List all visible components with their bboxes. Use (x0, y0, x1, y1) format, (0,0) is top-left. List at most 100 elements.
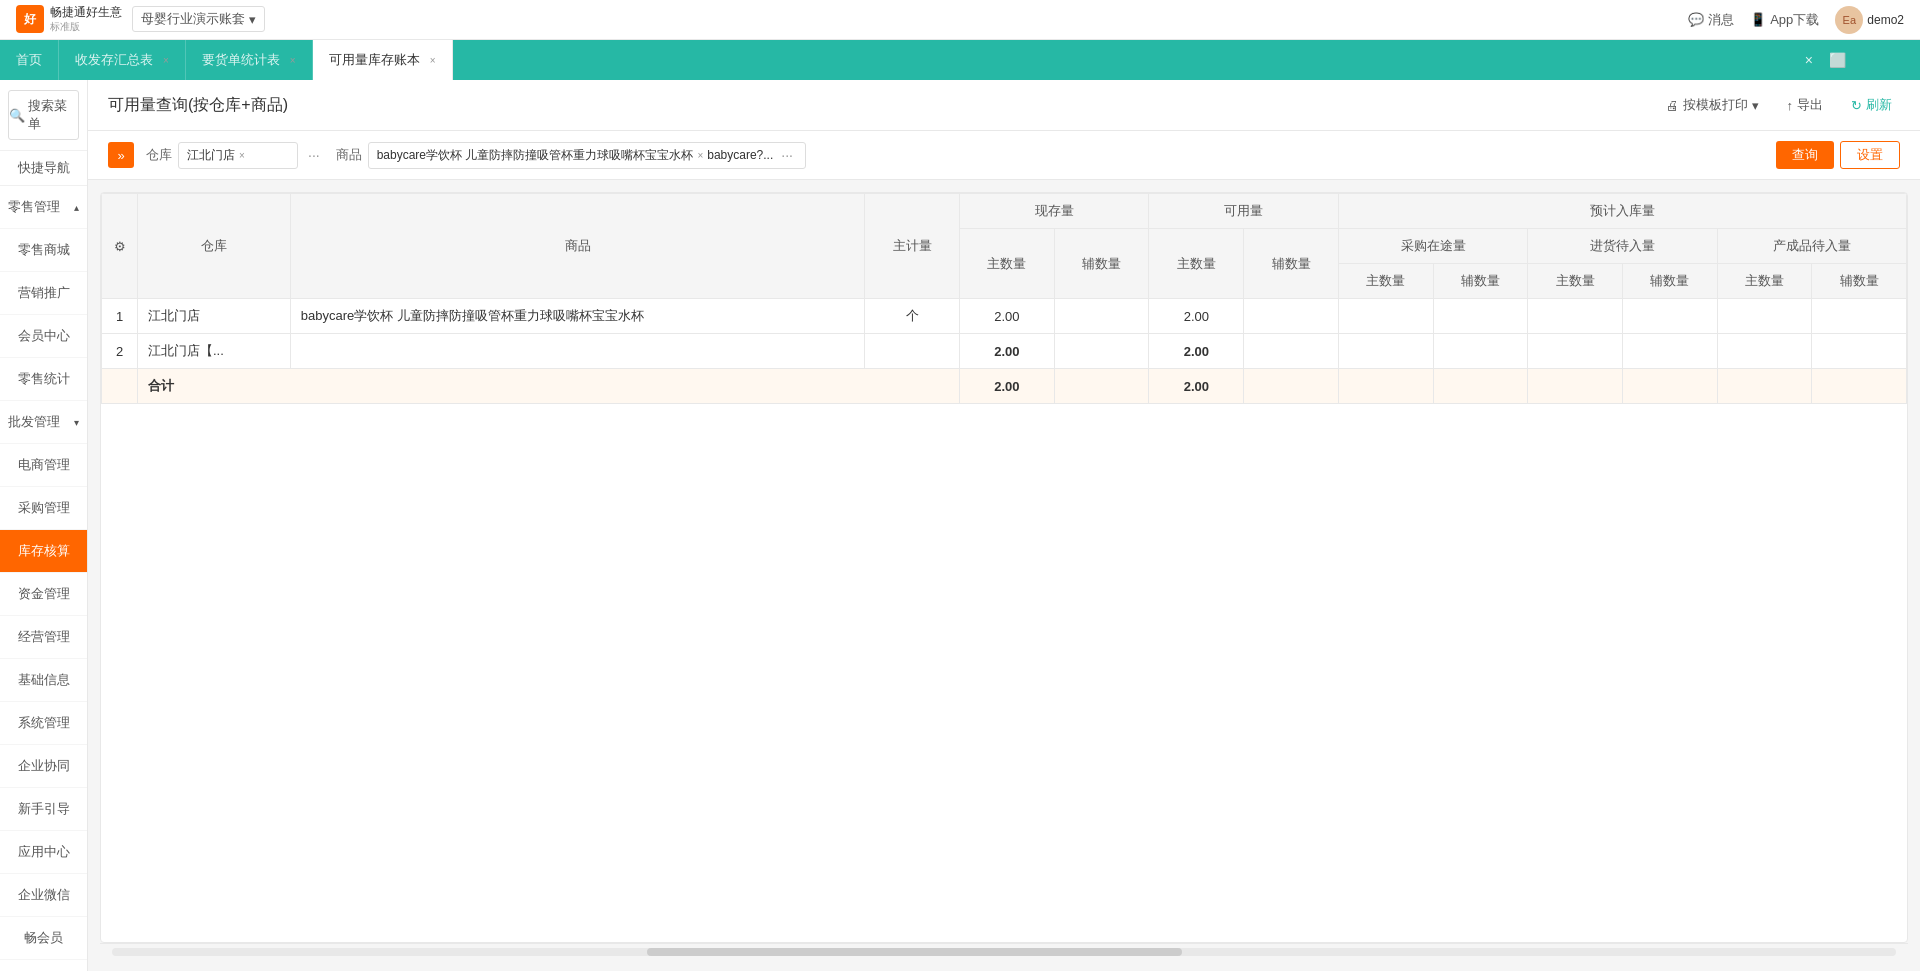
sidebar-item-retail-mgmt[interactable]: 零售管理 ▴ (0, 186, 87, 229)
sidebar-item-marketing[interactable]: 营销推广 (0, 272, 87, 315)
page-actions: 🖨 按模板打印 ▾ ↑ 导出 ↻ 刷新 (1658, 92, 1901, 118)
sidebar-item-basics[interactable]: 基础信息 (0, 659, 87, 702)
print-label: 按模板打印 (1683, 96, 1748, 114)
refresh-button[interactable]: ↻ 刷新 (1843, 92, 1900, 118)
retail-mgmt-label: 零售管理 (8, 198, 60, 216)
sidebar-item-app-center[interactable]: 应用中心 (0, 831, 87, 874)
print-button[interactable]: 🖨 按模板打印 ▾ (1658, 92, 1767, 118)
tab-receipts-label: 收发存汇总表 (75, 51, 153, 69)
sidebar-item-retail-mall[interactable]: 零售商城 (0, 229, 87, 272)
sidebar-item-inventory-check[interactable]: 库存核算 (0, 530, 87, 573)
product-more-button[interactable]: ··· (777, 147, 797, 163)
newbie-label: 新手引导 (18, 800, 70, 818)
message-icon: 💬 (1688, 12, 1704, 27)
th-purchase-group: 采购在途量 (1338, 229, 1527, 264)
th-incoming-main: 主数量 (1528, 264, 1623, 299)
sidebar-item-finance[interactable]: 资金管理 (0, 573, 87, 616)
export-icon: ↑ (1787, 98, 1794, 113)
ecommerce-label: 电商管理 (18, 456, 70, 474)
sidebar-item-ecommerce[interactable]: 电商管理 (0, 444, 87, 487)
tab-inventory-close[interactable]: × (430, 55, 436, 66)
warehouse-tag-close[interactable]: × (239, 150, 245, 161)
sidebar-item-wholesale[interactable]: 批发管理 ▾ (0, 401, 87, 444)
message-button[interactable]: 💬 消息 (1688, 11, 1734, 29)
sidebar-item-retail-stats[interactable]: 零售统计 (0, 358, 87, 401)
th-product: 商品 (290, 194, 865, 299)
export-label: 导出 (1797, 96, 1823, 114)
chevron-icon: ▴ (74, 202, 79, 213)
settings-button[interactable]: 设置 (1840, 141, 1900, 169)
table-row: 2 江北门店【... 2.00 2.00 (102, 334, 1907, 369)
member-label: 畅会员 (24, 929, 63, 947)
warehouse-filter: 仓库 江北门店 × ··· (146, 142, 324, 169)
sidebar-item-wechat[interactable]: 企业微信 (0, 874, 87, 917)
scrollbar-thumb[interactable] (647, 948, 1182, 956)
filter-bar: » 仓库 江北门店 × ··· 商品 babycare学饮杯 儿童防摔防撞吸管杯… (88, 131, 1920, 180)
tab-orders-close[interactable]: × (290, 55, 296, 66)
sidebar-item-system[interactable]: 系统管理 (0, 702, 87, 745)
product-input[interactable]: babycare学饮杯 儿童防摔防撞吸管杯重力球吸嘴杯宝宝水杯 × babyca… (368, 142, 806, 169)
cell-incoming-aux (1622, 334, 1717, 369)
sidebar-item-quicknav[interactable]: 快捷导航 (0, 151, 87, 186)
product-tag-1: babycare学饮杯 儿童防摔防撞吸管杯重力球吸嘴杯宝宝水杯 (377, 147, 694, 164)
th-purchase-aux: 辅数量 (1433, 264, 1528, 299)
sidebar-search-area: 🔍 搜索菜单 (0, 80, 87, 151)
cell-current-aux (1054, 299, 1149, 334)
summary-purchase-main (1338, 369, 1433, 404)
query-button[interactable]: 查询 (1776, 141, 1834, 169)
cell-purchase-main (1338, 334, 1433, 369)
download-button[interactable]: 📱 App下载 (1750, 11, 1819, 29)
search-menu-button[interactable]: 🔍 搜索菜单 (8, 90, 79, 140)
finance-label: 资金管理 (18, 585, 70, 603)
tab-inventory[interactable]: 可用量库存账本 × (313, 40, 453, 80)
sidebar-item-member-center[interactable]: 会员中心 (0, 315, 87, 358)
product-tag-1-close[interactable]: × (697, 150, 703, 161)
cell-incoming-main (1528, 334, 1623, 369)
top-bar: 好 畅捷通好生意 标准版 母婴行业演示账套 ▾ 💬 消息 📱 App下载 Ea … (0, 0, 1920, 40)
summary-incoming-main (1528, 369, 1623, 404)
cell-current-main: 2.00 (960, 334, 1055, 369)
user-name: demo2 (1867, 13, 1904, 27)
tab-home[interactable]: 首页 (0, 40, 59, 80)
logo-text: 畅捷通好生意 (50, 5, 122, 19)
logo-area: 好 畅捷通好生意 标准版 (16, 5, 122, 33)
sidebar-item-enterprise[interactable]: 企业协同 (0, 745, 87, 788)
sidebar-item-member[interactable]: 畅会员 (0, 917, 87, 960)
content-area: 可用量查询(按仓库+商品) 🖨 按模板打印 ▾ ↑ 导出 ↻ 刷新 (88, 80, 1920, 971)
wechat-label: 企业微信 (18, 886, 70, 904)
export-button[interactable]: ↑ 导出 (1779, 92, 1832, 118)
filter-toggle-button[interactable]: » (108, 142, 134, 168)
nav-close-icon[interactable]: × (1799, 48, 1819, 72)
tab-receipts-close[interactable]: × (163, 55, 169, 66)
tab-receipts[interactable]: 收发存汇总表 × (59, 40, 186, 80)
toggle-icon: » (117, 148, 124, 163)
page-title: 可用量查询(按仓库+商品) (108, 95, 288, 116)
th-warehouse: 仓库 (138, 194, 291, 299)
warehouse-more-button[interactable]: ··· (304, 147, 324, 163)
cell-incoming-aux (1622, 299, 1717, 334)
sidebar-item-operations[interactable]: 经营管理 (0, 616, 87, 659)
nav-expand-icon[interactable]: ⬜ (1823, 48, 1852, 72)
tab-orders[interactable]: 要货单统计表 × (186, 40, 313, 80)
th-planned-group: 预计入库量 (1338, 194, 1906, 229)
marketing-label: 营销推广 (18, 284, 70, 302)
summary-label: 合计 (138, 369, 960, 404)
sidebar-item-newbie[interactable]: 新手引导 (0, 788, 87, 831)
th-settings: ⚙ (102, 194, 138, 299)
tab-orders-label: 要货单统计表 (202, 51, 280, 69)
tab-home-label: 首页 (16, 51, 42, 69)
avatar: Ea (1835, 6, 1863, 34)
user-area[interactable]: Ea demo2 (1835, 6, 1904, 34)
cell-available-main: 2.00 (1149, 334, 1244, 369)
summary-settings (102, 369, 138, 404)
th-available-group: 可用量 (1149, 194, 1338, 229)
warehouse-tag: 江北门店 (187, 147, 235, 164)
warehouse-input[interactable]: 江北门店 × (178, 142, 298, 169)
cell-production-aux (1812, 334, 1907, 369)
cell-incoming-main (1528, 299, 1623, 334)
sidebar-item-purchase[interactable]: 采购管理 (0, 487, 87, 530)
summary-production-main (1717, 369, 1812, 404)
inventory-check-label: 库存核算 (18, 542, 70, 560)
cell-current-main: 2.00 (960, 299, 1055, 334)
template-selector[interactable]: 母婴行业演示账套 ▾ (132, 6, 265, 32)
